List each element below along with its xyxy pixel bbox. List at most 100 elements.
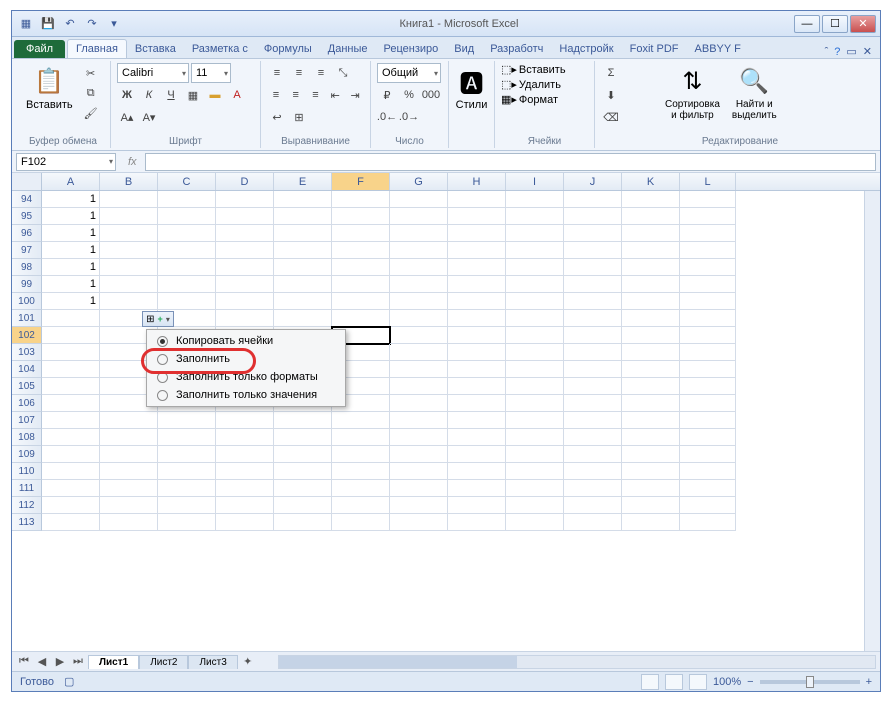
cell[interactable]	[158, 480, 216, 497]
increase-decimal-button[interactable]: .0←	[377, 107, 397, 127]
ribbon-minimize-icon[interactable]: ˆ	[825, 46, 829, 58]
cell[interactable]	[506, 242, 564, 259]
cell[interactable]	[42, 412, 100, 429]
cell[interactable]	[622, 361, 680, 378]
cell[interactable]	[42, 344, 100, 361]
autosum-button[interactable]: Σ	[601, 63, 621, 83]
cell[interactable]	[332, 293, 390, 310]
zoom-slider[interactable]	[760, 680, 860, 684]
align-center-button[interactable]: ≡	[287, 85, 305, 105]
cell[interactable]	[564, 327, 622, 344]
underline-button[interactable]: Ч	[161, 85, 181, 105]
row-header[interactable]: 95	[12, 208, 42, 225]
cell[interactable]	[332, 191, 390, 208]
help-icon[interactable]: ?	[834, 46, 840, 58]
window-close-icon[interactable]: ✕	[863, 45, 872, 58]
cell[interactable]	[564, 259, 622, 276]
cell[interactable]	[390, 259, 448, 276]
cell[interactable]	[390, 310, 448, 327]
cell[interactable]	[680, 378, 736, 395]
sheet-nav-first[interactable]: ⏮	[16, 654, 32, 670]
cell[interactable]	[680, 395, 736, 412]
comma-button[interactable]: 000	[421, 85, 441, 105]
cell[interactable]	[100, 259, 158, 276]
cell[interactable]	[158, 293, 216, 310]
cell[interactable]	[42, 463, 100, 480]
row-header[interactable]: 103	[12, 344, 42, 361]
cell[interactable]	[158, 225, 216, 242]
cell[interactable]	[100, 208, 158, 225]
cell[interactable]	[564, 412, 622, 429]
row-header[interactable]: 108	[12, 429, 42, 446]
row-header[interactable]: 111	[12, 480, 42, 497]
cell[interactable]	[216, 412, 274, 429]
cell[interactable]	[448, 395, 506, 412]
row-header[interactable]: 96	[12, 225, 42, 242]
cell[interactable]	[448, 446, 506, 463]
cell[interactable]	[332, 412, 390, 429]
file-tab[interactable]: Файл	[14, 40, 65, 58]
cell[interactable]	[332, 208, 390, 225]
cell[interactable]	[448, 378, 506, 395]
cell[interactable]: 1	[42, 191, 100, 208]
cell[interactable]	[158, 463, 216, 480]
align-left-button[interactable]: ≡	[267, 85, 285, 105]
cell[interactable]	[158, 242, 216, 259]
cell[interactable]	[680, 361, 736, 378]
horizontal-scrollbar[interactable]	[278, 655, 876, 669]
cell[interactable]	[564, 293, 622, 310]
cell[interactable]	[274, 225, 332, 242]
autofill-options-button[interactable]: ⊞ + ▾	[142, 311, 174, 327]
cell[interactable]	[390, 497, 448, 514]
cell[interactable]	[42, 361, 100, 378]
zoom-out-button[interactable]: −	[747, 676, 753, 688]
row-header[interactable]: 112	[12, 497, 42, 514]
cell[interactable]	[332, 225, 390, 242]
cell[interactable]	[216, 276, 274, 293]
cell[interactable]	[564, 191, 622, 208]
cell[interactable]	[448, 514, 506, 531]
cell[interactable]	[274, 259, 332, 276]
cell[interactable]	[216, 225, 274, 242]
cell[interactable]	[506, 327, 564, 344]
cell[interactable]	[390, 378, 448, 395]
worksheet-grid[interactable]: ABCDEFGHIJKL 941951961971981991100110110…	[12, 173, 880, 651]
row-header[interactable]: 106	[12, 395, 42, 412]
cell[interactable]	[158, 191, 216, 208]
merge-button[interactable]: ⊞	[289, 107, 309, 127]
cell[interactable]	[216, 514, 274, 531]
font-color-button[interactable]: A	[227, 85, 247, 105]
font-size-combo[interactable]: 11	[191, 63, 231, 83]
cell[interactable]	[506, 378, 564, 395]
column-header[interactable]: E	[274, 173, 332, 190]
maximize-button[interactable]: ☐	[822, 15, 848, 33]
increase-font-button[interactable]: A▴	[117, 107, 137, 127]
cell[interactable]	[564, 429, 622, 446]
column-header[interactable]: B	[100, 173, 158, 190]
row-header[interactable]: 101	[12, 310, 42, 327]
currency-button[interactable]: ₽	[377, 85, 397, 105]
indent-inc-button[interactable]: ⇥	[346, 85, 364, 105]
cell[interactable]	[332, 310, 390, 327]
cell[interactable]	[100, 225, 158, 242]
fill-button[interactable]: ⬇	[601, 85, 621, 105]
normal-view-button[interactable]	[641, 674, 659, 690]
column-header[interactable]: K	[622, 173, 680, 190]
cell[interactable]	[158, 514, 216, 531]
cell[interactable]	[100, 276, 158, 293]
cell[interactable]	[274, 497, 332, 514]
cell[interactable]	[680, 327, 736, 344]
cell[interactable]	[216, 293, 274, 310]
column-header[interactable]: F	[332, 173, 390, 190]
name-box[interactable]: F102	[16, 153, 116, 171]
cell[interactable]	[448, 225, 506, 242]
cell[interactable]	[680, 412, 736, 429]
cell[interactable]	[274, 429, 332, 446]
page-break-view-button[interactable]	[689, 674, 707, 690]
page-layout-view-button[interactable]	[665, 674, 683, 690]
cell[interactable]	[274, 191, 332, 208]
cell[interactable]: 1	[42, 242, 100, 259]
cell[interactable]	[506, 293, 564, 310]
cell[interactable]	[622, 293, 680, 310]
macro-record-icon[interactable]: ▢	[64, 675, 74, 688]
